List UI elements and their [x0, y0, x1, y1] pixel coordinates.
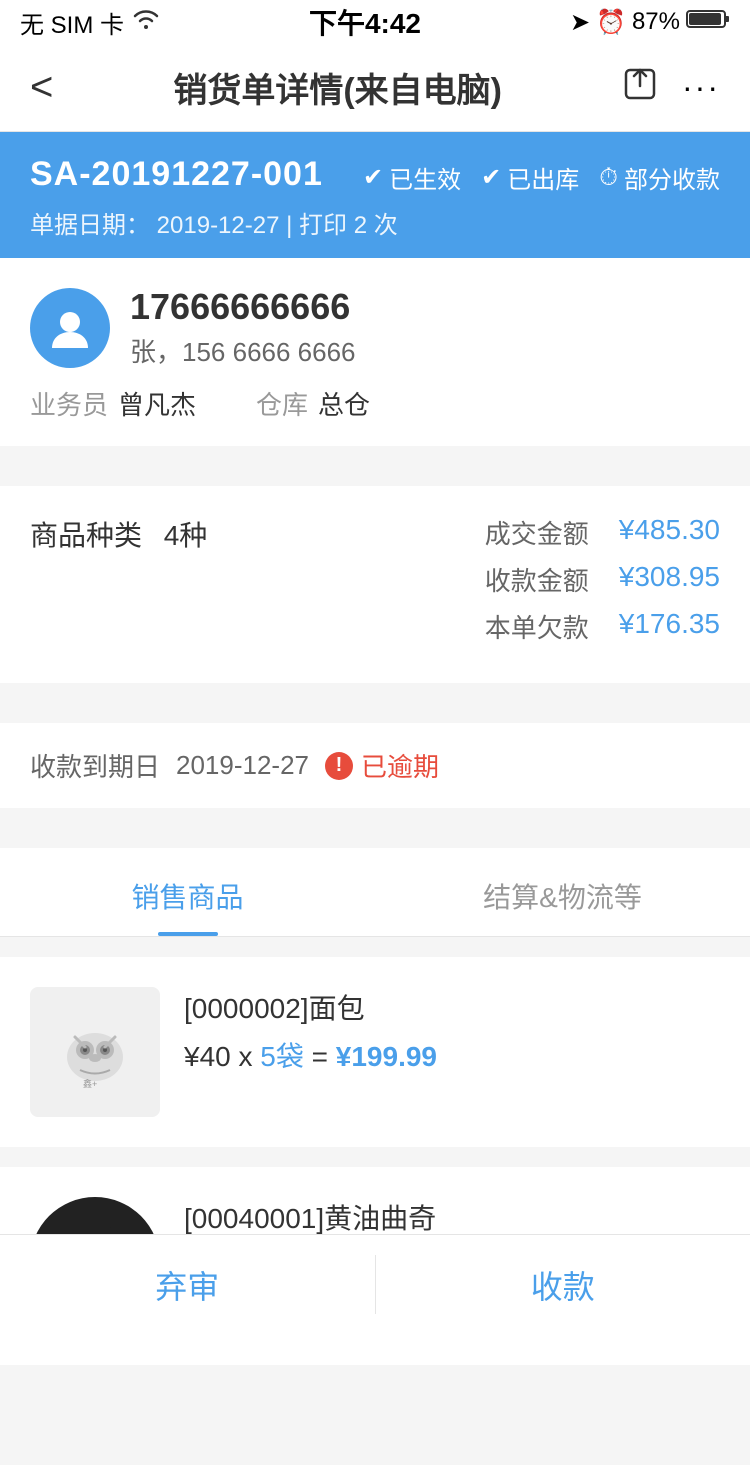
summary-right: 成交金额 ¥485.30 收款金额 ¥308.95 本单欠款 ¥176.35 — [485, 514, 720, 655]
warehouse-value: 总仓 — [318, 385, 370, 422]
price-value-1: ¥40 — [184, 1041, 231, 1072]
due-label: 收款到期日 — [30, 747, 160, 784]
wifi-icon — [132, 8, 160, 36]
tab-sales-goods[interactable]: 销售商品 — [0, 848, 375, 936]
section-divider-3 — [0, 808, 750, 828]
summary-left: 商品种类 4种 — [30, 514, 207, 554]
warehouse-item: 仓库 总仓 — [256, 385, 370, 422]
summary-section: 商品种类 4种 成交金额 ¥485.30 收款金额 ¥308.95 本单欠款 ¥… — [0, 486, 750, 683]
clock-icon: ⏱ — [599, 164, 618, 192]
status-partial-payment: ⏱ 部分收款 — [599, 160, 720, 195]
customer-name: 17666666666 — [130, 286, 720, 328]
page-title: 销货单详情(来自电脑) — [173, 63, 502, 112]
svg-text:鑫+: 鑫+ — [83, 1078, 97, 1089]
overdue-dot-icon: ! — [325, 752, 353, 780]
section-divider-1 — [0, 446, 750, 466]
overdue-text: 已逾期 — [361, 747, 439, 784]
back-button[interactable]: < — [30, 65, 53, 110]
nav-icons: ··· — [622, 66, 720, 110]
alarm-icon: ⏰ — [596, 8, 626, 37]
salesperson-label: 业务员 — [30, 385, 108, 422]
qty-value-1: 5袋 — [260, 1041, 304, 1072]
customer-row: 17666666666 张，156 6666 6666 — [30, 286, 720, 369]
owed-row: 本单欠款 ¥176.35 — [485, 608, 720, 645]
nav-bar: < 销货单详情(来自电脑) ··· — [0, 44, 750, 132]
total-value-1: ¥199.99 — [336, 1041, 437, 1072]
battery-text: 87% — [632, 8, 680, 36]
avatar — [30, 288, 110, 368]
received-row: 收款金额 ¥308.95 — [485, 561, 720, 598]
product-price-1: ¥40 x 5袋 = ¥199.99 — [184, 1035, 720, 1075]
product-thumb-1: 鑫+ — [30, 987, 160, 1117]
status-shipped: ✔ 已出库 — [481, 160, 579, 195]
salesperson-value: 曾凡杰 — [118, 385, 196, 422]
location-icon: ➤ — [570, 8, 590, 37]
status-activated: ✔ 已生效 — [363, 160, 461, 195]
more-icon[interactable]: ··· — [682, 69, 720, 106]
product-name-2: [00040001]黄油曲奇 — [184, 1197, 720, 1237]
order-id: SA-20191227-001 — [30, 155, 323, 194]
order-status-row: ✔ 已生效 ✔ 已出库 ⏱ 部分收款 — [363, 160, 720, 195]
category-count: 4种 — [164, 520, 208, 551]
order-date-row: 单据日期： 2019-12-27 | 打印 2 次 — [30, 205, 720, 240]
overdue-badge: ! 已逾期 — [325, 747, 439, 784]
bottom-bar: 弃审 收款 — [0, 1234, 750, 1334]
status-right: ➤ ⏰ 87% — [570, 8, 730, 37]
customer-section: 17666666666 张，156 6666 6666 业务员 曾凡杰 仓库 总… — [0, 258, 750, 446]
product-info-1: [0000002]面包 ¥40 x 5袋 = ¥199.99 — [184, 987, 720, 1075]
due-section: 收款到期日 2019-12-27 ! 已逾期 — [0, 723, 750, 808]
carrier-text: 无 SIM 卡 — [20, 5, 124, 40]
deal-amount-row: 成交金额 ¥485.30 — [485, 514, 720, 551]
product-name-1: [0000002]面包 — [184, 987, 720, 1027]
category-label: 商品种类 — [30, 520, 142, 551]
cancel-review-button[interactable]: 弃审 — [0, 1235, 375, 1334]
share-icon[interactable] — [622, 66, 658, 110]
check-icon-2: ✔ — [481, 163, 501, 192]
owed-label: 本单欠款 — [485, 608, 589, 645]
battery-icon — [686, 8, 730, 37]
check-icon-1: ✔ — [363, 163, 383, 192]
status-time: 下午4:42 — [309, 2, 421, 42]
customer-meta: 业务员 曾凡杰 仓库 总仓 — [30, 385, 720, 422]
warehouse-label: 仓库 — [256, 385, 308, 422]
owed-value: ¥176.35 — [619, 608, 720, 645]
deal-amount-value: ¥485.30 — [619, 514, 720, 551]
salesperson-item: 业务员 曾凡杰 — [30, 385, 196, 422]
tabs-bar: 销售商品 结算&物流等 — [0, 848, 750, 937]
tab-settlement[interactable]: 结算&物流等 — [375, 848, 750, 936]
customer-phone: 张，156 6666 6666 — [130, 332, 720, 369]
due-date: 2019-12-27 — [176, 750, 309, 781]
status-bar: 无 SIM 卡 下午4:42 ➤ ⏰ 87% — [0, 0, 750, 44]
section-divider-2 — [0, 683, 750, 703]
customer-info: 17666666666 张，156 6666 6666 — [130, 286, 720, 369]
received-value: ¥308.95 — [619, 561, 720, 598]
received-label: 收款金额 — [485, 561, 589, 598]
product-card-1: 鑫+ [0000002]面包 ¥40 x 5袋 = ¥199.99 — [0, 957, 750, 1147]
deal-amount-label: 成交金额 — [485, 514, 589, 551]
order-banner: SA-20191227-001 ✔ 已生效 ✔ 已出库 ⏱ 部分收款 单据日期：… — [0, 132, 750, 258]
collect-payment-button[interactable]: 收款 — [376, 1235, 750, 1334]
status-left: 无 SIM 卡 — [20, 5, 160, 40]
